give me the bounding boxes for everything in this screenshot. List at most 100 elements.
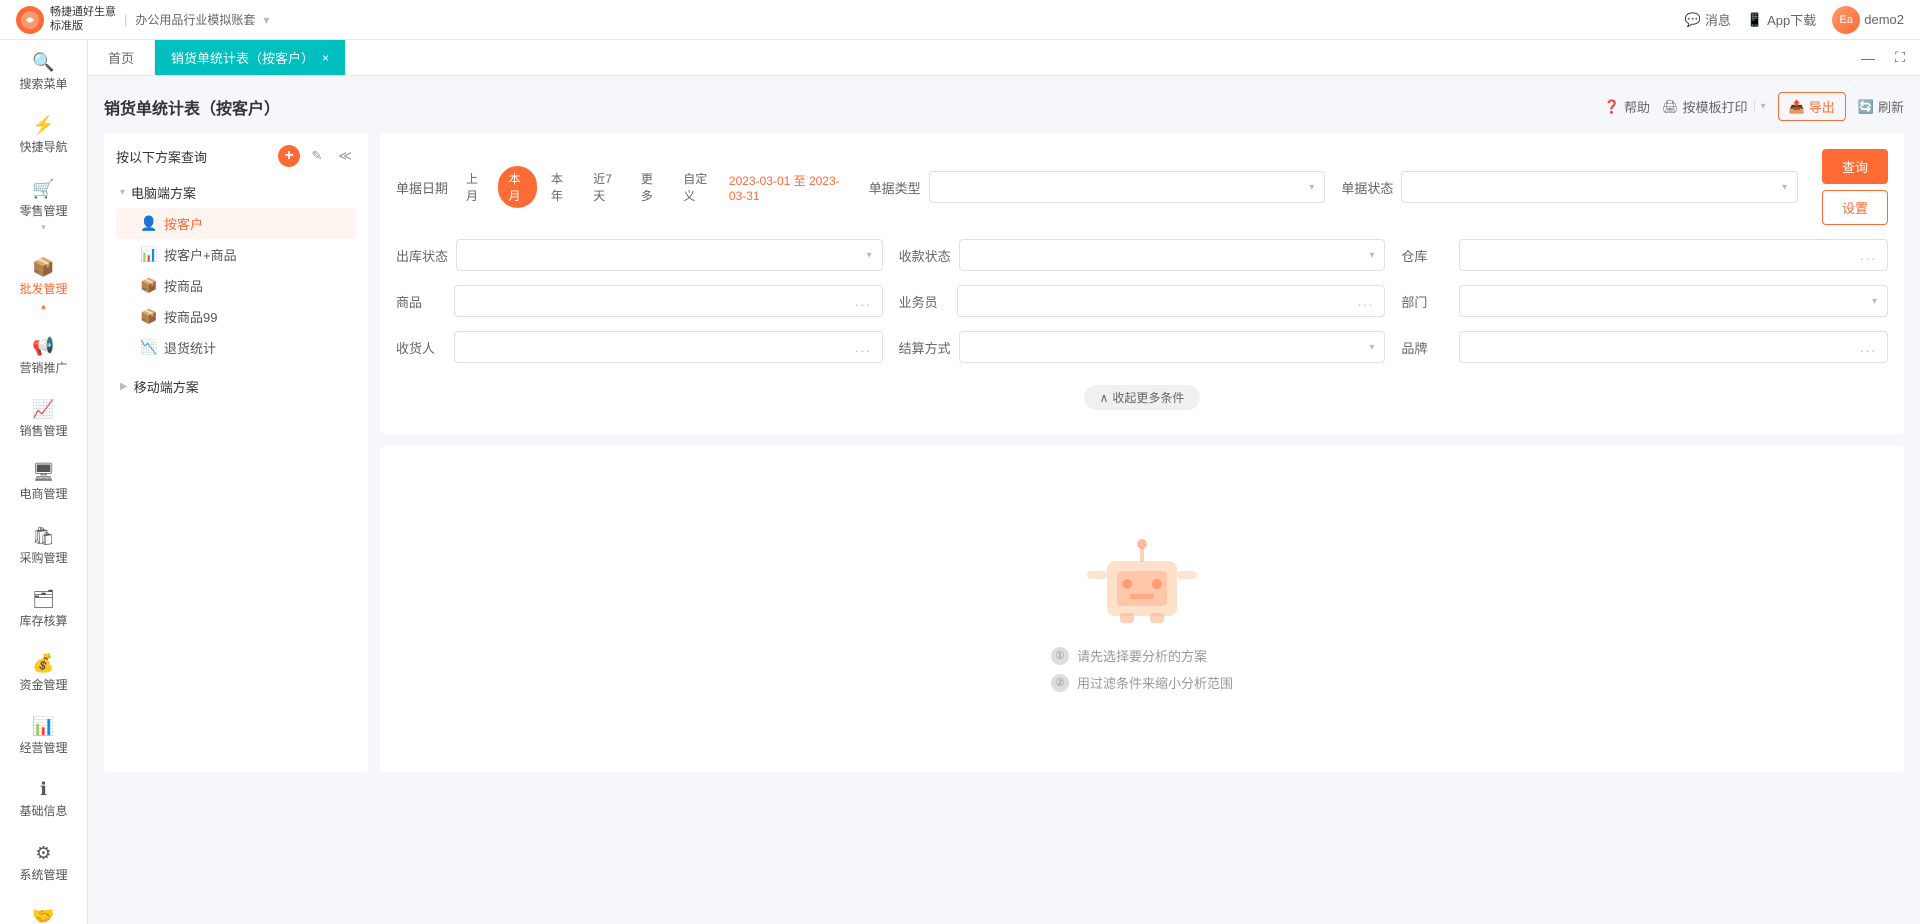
sidebar-item-marketing[interactable]: 📢 营销推广 bbox=[0, 324, 87, 387]
collection-status-control[interactable]: ▾ bbox=[959, 239, 1386, 271]
export-icon: 📤 bbox=[1789, 99, 1805, 115]
export-button[interactable]: 📤 导出 bbox=[1778, 92, 1846, 121]
filter-row-3: 商品 ... 业务员 ... bbox=[396, 285, 1888, 317]
scheme-add-button[interactable]: + bbox=[278, 145, 300, 167]
help-icon: ❓ bbox=[1604, 99, 1620, 115]
breadcrumb-separator: | bbox=[124, 12, 127, 27]
scheme-item-goods99[interactable]: 📦 按商品99 bbox=[116, 301, 356, 332]
scheme-collapse-button[interactable]: ≪ bbox=[334, 145, 356, 167]
main-panel: 按以下方案查询 + ✎ ≪ bbox=[104, 133, 1904, 772]
filter-actions: 查询 设置 bbox=[1822, 149, 1888, 225]
scheme-edit-button[interactable]: ✎ bbox=[306, 145, 328, 167]
date-tab-lastmonth[interactable]: 上月 bbox=[456, 166, 494, 208]
sidebar-item-retail[interactable]: 🛒 零售管理 ▾ bbox=[0, 167, 87, 245]
help-button[interactable]: ❓ 帮助 bbox=[1604, 97, 1650, 116]
logo-area[interactable]: 畅捷通好生意 标准版 bbox=[16, 6, 116, 34]
empty-tips: ① 请先选择要分析的方案 ② 用过滤条件来缩小分析范围 bbox=[1051, 646, 1233, 692]
breadcrumb[interactable]: 办公用品行业模拟账套 bbox=[135, 11, 255, 28]
sidebar-item-collab[interactable]: 🤝 企业协同 bbox=[0, 894, 87, 924]
sidebar-item-wholesale[interactable]: 📦 批发管理 ▴ bbox=[0, 245, 87, 323]
department-chevron: ▾ bbox=[1872, 296, 1877, 307]
out-status-label: 出库状态 bbox=[396, 246, 448, 265]
print-dropdown-icon[interactable]: ▾ bbox=[1761, 101, 1766, 112]
payment-control[interactable]: ▾ bbox=[959, 331, 1386, 363]
brand-control[interactable]: ... bbox=[1459, 331, 1888, 363]
empty-tip-1: ① 请先选择要分析的方案 bbox=[1051, 646, 1233, 665]
empty-state: ① 请先选择要分析的方案 ② 用过滤条件来缩小分析范围 bbox=[380, 446, 1904, 772]
message-button[interactable]: 💬 消息 bbox=[1685, 10, 1731, 29]
date-tabs: 上月 本月 本年 近7天 更多 自定义 bbox=[456, 166, 721, 208]
order-status-control[interactable]: ▾ bbox=[1401, 171, 1798, 203]
sidebar-item-finance[interactable]: 💰 资金管理 bbox=[0, 641, 87, 704]
receiver-control[interactable]: ... bbox=[454, 331, 883, 363]
returns-icon: 📉 bbox=[140, 339, 156, 356]
desktop-group-expand-icon: ▾ bbox=[120, 187, 125, 198]
refresh-button[interactable]: 🔄 刷新 bbox=[1858, 97, 1904, 116]
app-download-button[interactable]: 📱 App下载 bbox=[1747, 10, 1816, 29]
sidebar-item-system[interactable]: ⚙ 系统管理 bbox=[0, 831, 87, 894]
sidebar-item-operations[interactable]: 📊 经营管理 bbox=[0, 704, 87, 767]
receiver-filter-item: 收货人 ... bbox=[396, 331, 883, 363]
date-tab-thisyear[interactable]: 本年 bbox=[541, 166, 579, 208]
print-divider bbox=[1754, 100, 1755, 114]
date-tab-7days[interactable]: 近7天 bbox=[583, 166, 627, 208]
scheme-desktop-group: ▾ 电脑端方案 👤 按客户 📊 按客户+商品 📦 bbox=[116, 177, 356, 363]
scheme-panel: 按以下方案查询 + ✎ ≪ bbox=[104, 133, 368, 772]
salesperson-filter-item: 业务员 ... bbox=[899, 285, 1386, 317]
goods-control[interactable]: ... bbox=[454, 285, 883, 317]
logo-icon bbox=[16, 6, 44, 34]
scheme-item-customer-goods[interactable]: 📊 按客户+商品 bbox=[116, 239, 356, 270]
scheme-item-customer[interactable]: 👤 按客户 bbox=[116, 208, 356, 239]
tab-active[interactable]: 销货单统计表（按客户） × bbox=[155, 40, 345, 75]
order-type-control[interactable]: ▾ bbox=[929, 171, 1326, 203]
tab-home[interactable]: 首页 bbox=[88, 40, 155, 75]
collection-status-filter-item: 收款状态 ▾ bbox=[899, 239, 1386, 271]
warehouse-control[interactable]: ... bbox=[1459, 239, 1888, 271]
scheme-mobile-group-header[interactable]: ▶ 移动端方案 bbox=[116, 371, 356, 402]
download-icon: 📱 bbox=[1747, 12, 1763, 28]
scheme-desktop-group-header[interactable]: ▾ 电脑端方案 bbox=[116, 177, 356, 208]
breadcrumb-arrow[interactable]: ▾ bbox=[263, 13, 269, 27]
content-area: 首页 销货单统计表（按客户） × — ⛶ 销货单统计表（按客户） ❓ 帮助 bbox=[88, 40, 1920, 924]
out-status-chevron: ▾ bbox=[867, 250, 872, 261]
query-button[interactable]: 查询 bbox=[1822, 149, 1888, 184]
date-tab-custom[interactable]: 自定义 bbox=[673, 166, 721, 208]
salesperson-control[interactable]: ... bbox=[957, 285, 1386, 317]
order-type-filter-item: 单据类型 ▾ bbox=[869, 171, 1326, 203]
collab-icon: 🤝 bbox=[32, 906, 54, 924]
sidebar-item-basics[interactable]: ℹ 基础信息 bbox=[0, 767, 87, 830]
message-icon: 💬 bbox=[1685, 12, 1701, 28]
goods-label: 商品 bbox=[396, 292, 446, 311]
order-status-filter-item: 单据状态 ▾ bbox=[1341, 171, 1798, 203]
sidebar-item-purchase[interactable]: 🛍 采购管理 bbox=[0, 514, 87, 577]
date-tab-more[interactable]: 更多 bbox=[631, 166, 669, 208]
out-status-control[interactable]: ▾ bbox=[456, 239, 883, 271]
sidebar-item-inventory[interactable]: 🗂 库存核算 bbox=[0, 577, 87, 640]
page-title: 销货单统计表（按客户） bbox=[104, 95, 280, 119]
print-button[interactable]: 🖨 按模板打印 ▾ bbox=[1662, 97, 1766, 116]
empty-tip-2: ② 用过滤条件来缩小分析范围 bbox=[1051, 673, 1233, 692]
tip-num-2: ② bbox=[1051, 674, 1069, 692]
sidebar-item-sales[interactable]: 📈 销售管理 bbox=[0, 387, 87, 450]
tab-close-button[interactable]: × bbox=[322, 51, 329, 65]
mobile-group-expand-icon: ▶ bbox=[120, 381, 128, 392]
department-control[interactable]: ▾ bbox=[1459, 285, 1888, 317]
collapse-button[interactable]: ∧ 收起更多条件 bbox=[1084, 385, 1201, 410]
sidebar-item-search[interactable]: 🔍 搜索菜单 bbox=[0, 40, 87, 103]
scheme-item-goods[interactable]: 📦 按商品 bbox=[116, 270, 356, 301]
sidebar-item-quicknav[interactable]: ⚡ 快捷导航 bbox=[0, 103, 87, 166]
basics-icon: ℹ bbox=[40, 779, 47, 800]
sidebar: 🔍 搜索菜单 ⚡ 快捷导航 🛒 零售管理 ▾ 📦 批发管理 ▴ 📢 营销推广 📈… bbox=[0, 40, 88, 924]
salesperson-label: 业务员 bbox=[899, 292, 949, 311]
settings-button[interactable]: 设置 bbox=[1822, 190, 1888, 225]
sidebar-item-ecommerce[interactable]: 🖥 电商管理 bbox=[0, 450, 87, 513]
date-tab-thismonth[interactable]: 本月 bbox=[498, 166, 536, 208]
payment-filter-item: 结算方式 ▾ bbox=[899, 331, 1386, 363]
minimize-button[interactable]: — bbox=[1856, 46, 1880, 70]
scheme-item-returns[interactable]: 📉 退货统计 bbox=[116, 332, 356, 363]
search-icon: 🔍 bbox=[32, 52, 54, 73]
maximize-button[interactable]: ⛶ bbox=[1888, 46, 1912, 70]
user-menu[interactable]: Ea demo2 bbox=[1832, 6, 1904, 34]
scheme-mobile-group: ▶ 移动端方案 bbox=[116, 371, 356, 402]
scheme-panel-header: 按以下方案查询 + ✎ ≪ bbox=[116, 145, 356, 167]
